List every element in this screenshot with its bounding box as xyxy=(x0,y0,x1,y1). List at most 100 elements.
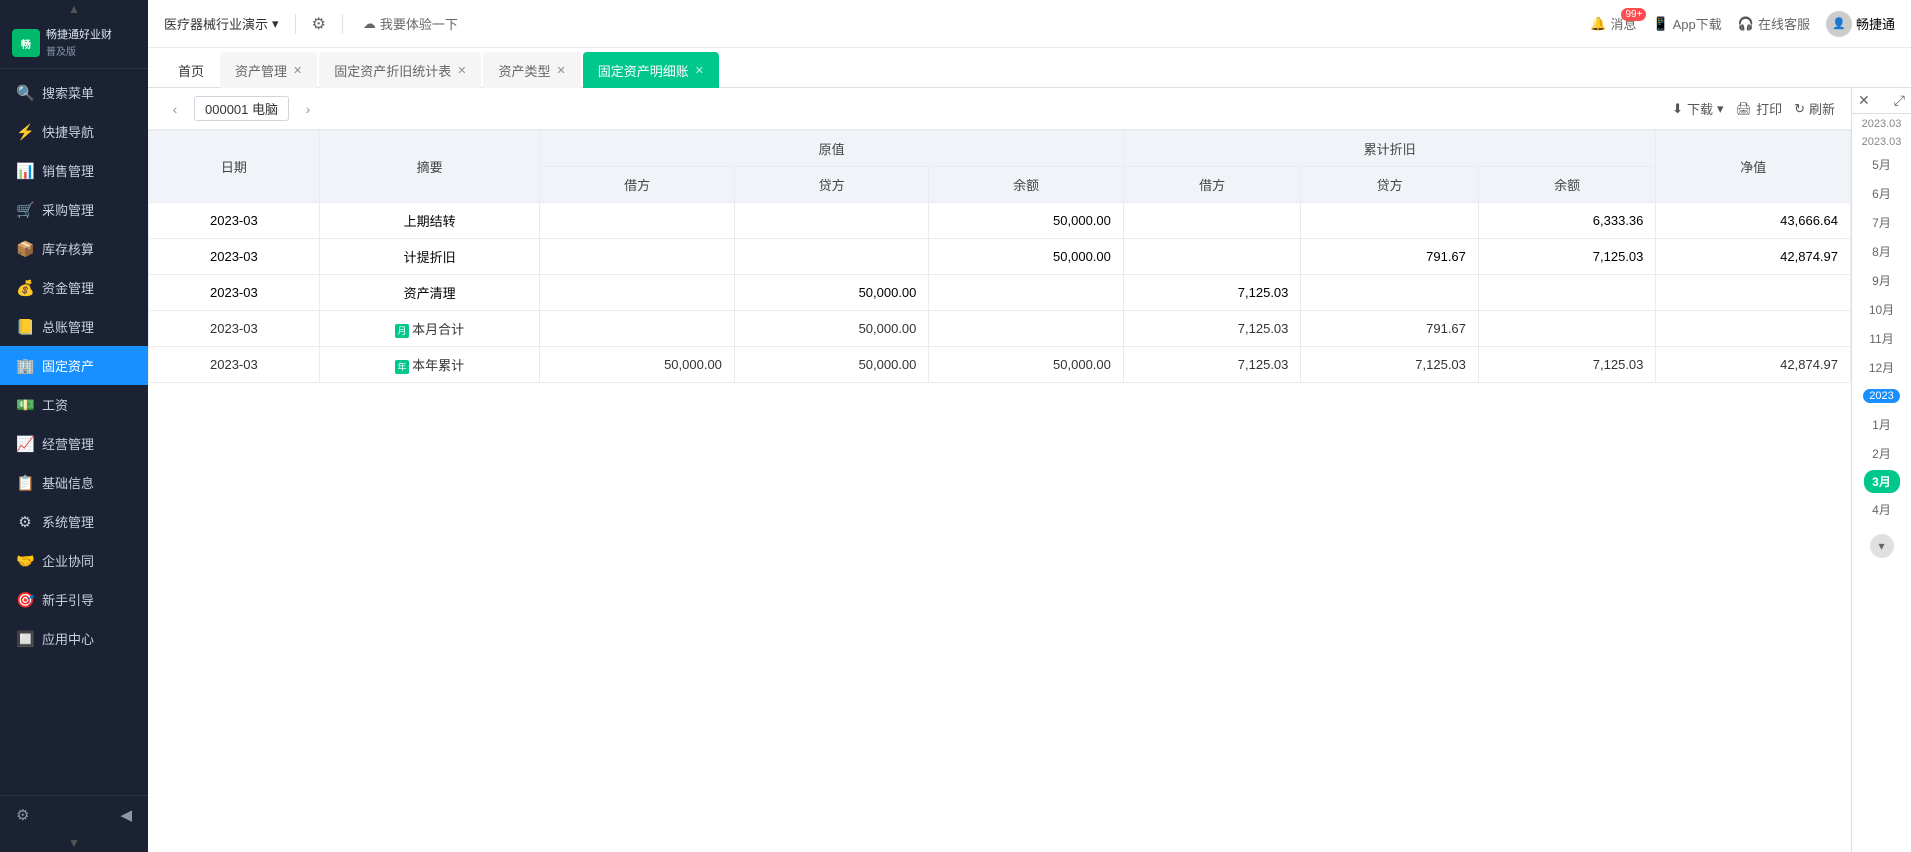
cell-orig-balance-4: 50,000.00 xyxy=(929,347,1123,383)
cell-net-2 xyxy=(1656,275,1851,311)
tab-label-2: 固定资产折旧统计表 xyxy=(334,61,451,80)
cell-date-3: 2023-03 xyxy=(149,311,320,347)
table-row: 2023-03 资产清理 50,000.00 7,125.03 xyxy=(149,275,1851,311)
timeline-month-10月[interactable]: 10月 xyxy=(1865,295,1898,324)
timeline-month-12月[interactable]: 12月 xyxy=(1865,353,1898,382)
settings-gear-icon[interactable]: ⚙ xyxy=(312,14,326,34)
timeline-year-label2: 2023.03 xyxy=(1852,134,1911,150)
cell-orig-debit-4: 50,000.00 xyxy=(540,347,734,383)
ledger-table: 日期 摘要 原值 累计折旧 净值 借方 贷方 余额 借方 贷方 余额 xyxy=(148,130,1851,383)
refresh-label: 刷新 xyxy=(1809,99,1835,118)
cell-dep-debit-2: 7,125.03 xyxy=(1123,275,1301,311)
sidebar-label-7: 固定资产 xyxy=(42,356,94,375)
main-area: 医疗器械行业演示 ▾ ⚙ ☁ 我要体验一下 🔔 消息 99+ 📱 App下载 🎧… xyxy=(148,0,1911,852)
sidebar-logo: 畅 畅捷通好业财 普及版 xyxy=(0,18,148,69)
tab-close-1[interactable]: ✕ xyxy=(293,64,302,77)
tab-资产类型[interactable]: 资产类型 ✕ xyxy=(483,52,580,88)
sidebar-label-6: 总账管理 xyxy=(42,317,94,336)
tab-close-4[interactable]: ✕ xyxy=(695,64,704,77)
refresh-button[interactable]: ↻ 刷新 xyxy=(1794,99,1835,118)
timeline-month-11月[interactable]: 11月 xyxy=(1865,324,1898,353)
tab-close-3[interactable]: ✕ xyxy=(557,64,566,77)
table-wrapper: 日期 摘要 原值 累计折旧 净值 借方 贷方 余额 借方 贷方 余额 xyxy=(148,130,1851,852)
timeline-month-9月[interactable]: 9月 xyxy=(1865,266,1898,295)
timeline-month-4月[interactable]: 4月 xyxy=(1864,495,1900,524)
sidebar-label-4: 库存核算 xyxy=(42,239,94,258)
asset-code-tag[interactable]: 000001 电脑 xyxy=(194,96,289,121)
col-dep-balance: 余额 xyxy=(1478,167,1656,203)
sidebar-item-销售管理[interactable]: 📊 销售管理 xyxy=(0,151,148,190)
cell-orig-balance-2 xyxy=(929,275,1123,311)
customer-service-button[interactable]: 🎧 在线客服 xyxy=(1738,14,1810,33)
tab-固定资产明细账[interactable]: 固定资产明细账✕ xyxy=(583,52,719,88)
notification-count: 99+ xyxy=(1621,8,1646,21)
sidebar-item-搜索菜单[interactable]: 🔍搜索菜单 xyxy=(0,73,148,112)
sidebar-item-快捷导航[interactable]: ⚡快捷导航 xyxy=(0,112,148,151)
prev-asset-button[interactable]: ‹ xyxy=(164,98,186,120)
tab-固定资产折旧统计表[interactable]: 固定资产折旧统计表 ✕ xyxy=(319,52,481,88)
timeline-month-2月[interactable]: 2月 xyxy=(1864,439,1900,468)
timeline-expand-button[interactable]: ⤢ xyxy=(1894,92,1905,109)
sidebar-icon-2: 📊 xyxy=(16,162,34,180)
print-button[interactable]: 🖨 打印 xyxy=(1736,99,1783,118)
sidebar-item-总账管理[interactable]: 📒总账管理 xyxy=(0,307,148,346)
sidebar-item-工资[interactable]: 💵工资 xyxy=(0,385,148,424)
tab-资产管理[interactable]: 资产管理✕ xyxy=(220,52,317,88)
settings-icon[interactable]: ⚙ xyxy=(16,806,29,824)
next-asset-button[interactable]: › xyxy=(297,98,319,120)
cell-orig-balance-1: 50,000.00 xyxy=(929,239,1123,275)
app-download-button[interactable]: 📱 App下载 xyxy=(1652,14,1721,33)
row-icon-4: 年 xyxy=(395,360,409,374)
timeline-month-7月[interactable]: 7月 xyxy=(1865,208,1898,237)
tab-close-2[interactable]: ✕ xyxy=(457,64,466,77)
sidebar-icon-3: 🛒 xyxy=(16,201,34,219)
sidebar-label-14: 应用中心 xyxy=(42,629,94,648)
cell-orig-debit-1 xyxy=(540,239,734,275)
timeline-scroll-down-button[interactable]: ▾ xyxy=(1870,534,1894,558)
sidebar-item-库存核算[interactable]: 📦库存核算 xyxy=(0,229,148,268)
user-menu[interactable]: 👤 畅捷通 xyxy=(1826,11,1895,37)
cloud-icon: ☁ xyxy=(363,16,376,32)
sidebar-icon-13: 🎯 xyxy=(16,591,34,609)
table-panel: ‹ 000001 电脑 › ⬇ 下载 ▾ 🖨 打印 ↻ 刷新 xyxy=(148,88,1851,852)
sidebar-item-固定资产[interactable]: 🏢 固定资产 xyxy=(0,346,148,385)
sidebar-item-应用中心[interactable]: 🔲应用中心 xyxy=(0,619,148,658)
cell-net-1: 42,874.97 xyxy=(1656,239,1851,275)
sidebar-scroll-up[interactable]: ▲ xyxy=(0,0,148,18)
timeline-month-1月[interactable]: 1月 xyxy=(1864,410,1900,439)
company-selector[interactable]: 医疗器械行业演示 ▾ xyxy=(164,14,279,33)
timeline-month-5月[interactable]: 5月 xyxy=(1865,150,1898,179)
col-orig-debit: 借方 xyxy=(540,167,734,203)
logo-icon: 畅 xyxy=(12,29,40,57)
chevron-down-icon2: ▾ xyxy=(1717,101,1724,117)
sidebar-item-经营管理[interactable]: 📈经营管理 xyxy=(0,424,148,463)
cell-orig-debit-3 xyxy=(540,311,734,347)
notifications-button[interactable]: 🔔 消息 99+ xyxy=(1590,14,1636,33)
sidebar-item-资金管理[interactable]: 💰资金管理 xyxy=(0,268,148,307)
sidebar-item-新手引导[interactable]: 🎯新手引导 xyxy=(0,580,148,619)
tab-label-3: 资产类型 xyxy=(498,61,550,80)
timeline-month-3月[interactable]: 3月 xyxy=(1864,470,1900,493)
cell-dep-debit-0 xyxy=(1123,203,1301,239)
timeline-month-6月[interactable]: 6月 xyxy=(1865,179,1898,208)
current-year-badge[interactable]: 2023 xyxy=(1863,389,1899,403)
timeline-month-8月[interactable]: 8月 xyxy=(1865,237,1898,266)
sidebar-icon-7: 🏢 xyxy=(16,357,34,375)
sidebar-item-企业协同[interactable]: 🤝企业协同 xyxy=(0,541,148,580)
sidebar: ▲ 畅 畅捷通好业财 普及版 🔍搜索菜单⚡快捷导航 📊 销售管理 🛒采购管理📦库存核算… xyxy=(0,0,148,852)
download-button[interactable]: ⬇ 下载 ▾ xyxy=(1672,99,1723,118)
tab-首页[interactable]: 首页 xyxy=(164,53,218,88)
cell-dep-credit-4: 7,125.03 xyxy=(1301,347,1479,383)
cell-net-4: 42,874.97 xyxy=(1656,347,1851,383)
sidebar-label-2: 销售管理 xyxy=(42,161,94,180)
cell-dep-debit-4: 7,125.03 xyxy=(1123,347,1301,383)
sidebar-item-采购管理[interactable]: 🛒采购管理 xyxy=(0,190,148,229)
cell-dep-balance-2 xyxy=(1478,275,1656,311)
sidebar-scroll-down[interactable]: ▼ xyxy=(0,834,148,852)
collapse-icon[interactable]: ◀ xyxy=(120,806,132,824)
cell-net-0: 43,666.64 xyxy=(1656,203,1851,239)
sidebar-item-系统管理[interactable]: ⚙系统管理 xyxy=(0,502,148,541)
experience-button[interactable]: ☁ 我要体验一下 xyxy=(363,14,458,33)
timeline-close-button[interactable]: ✕ xyxy=(1858,92,1870,109)
sidebar-item-基础信息[interactable]: 📋基础信息 xyxy=(0,463,148,502)
